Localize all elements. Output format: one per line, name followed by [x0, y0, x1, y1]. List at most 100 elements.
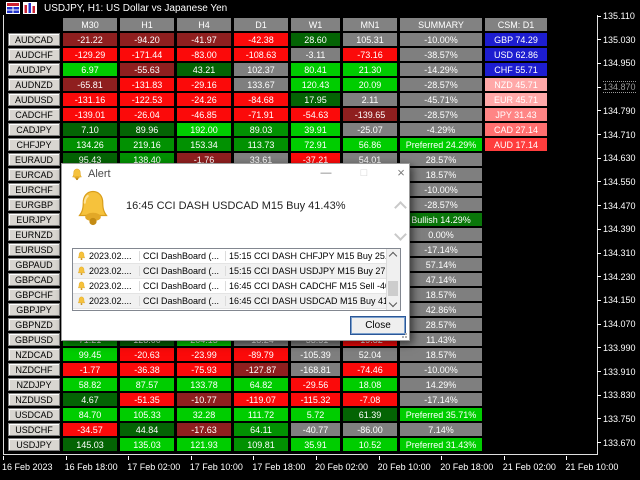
grid-cell[interactable]: -168.81 [291, 363, 340, 376]
summary-cell[interactable]: 18.57% [400, 348, 482, 361]
summary-cell[interactable]: 47.14% [400, 273, 482, 286]
grid-cell[interactable]: -46.85 [177, 108, 231, 121]
grid-cell[interactable]: 80.41 [291, 63, 340, 76]
grid-cell[interactable]: -54.63 [291, 108, 340, 121]
pair-label-usdcad[interactable]: USDCAD [8, 408, 60, 421]
alert-list-item[interactable]: 2023.02.... CCI DashBoard (... 15:15 CCI D… [73, 249, 386, 264]
pair-label-nzdchf[interactable]: NZDCHF [8, 363, 60, 376]
grid-cell[interactable]: 56.86 [343, 138, 397, 151]
grid-cell[interactable]: -25.07 [343, 123, 397, 136]
summary-cell[interactable]: -10.00% [400, 33, 482, 46]
grid-cell[interactable]: -74.46 [343, 363, 397, 376]
column-header-m30[interactable]: M30 [63, 18, 117, 31]
pair-label-eurcad[interactable]: EURCAD [8, 168, 60, 181]
grid-cell[interactable]: 135.03 [120, 438, 174, 451]
pair-label-eurusd[interactable]: EURUSD [8, 243, 60, 256]
summary-cell[interactable]: 28.57% [400, 318, 482, 331]
grid-cell[interactable]: 133.67 [234, 78, 288, 91]
grid-cell[interactable]: -115.32 [291, 393, 340, 406]
grid-cell[interactable]: -42.38 [234, 33, 288, 46]
grid-cell[interactable]: -139.65 [343, 108, 397, 121]
summary-cell[interactable]: 28.57% [400, 153, 482, 166]
grid-cell[interactable]: -83.00 [177, 48, 231, 61]
grid-cell[interactable]: -34.57 [63, 423, 117, 436]
grid-cell[interactable]: 39.91 [291, 123, 340, 136]
pair-label-nzdjpy[interactable]: NZDJPY [8, 378, 60, 391]
summary-cell[interactable]: 0.00% [400, 228, 482, 241]
alert-list-item[interactable]: 2023.02.... CCI DashBoard (... 16:45 CCI D… [73, 294, 386, 309]
grid-cell[interactable]: 153.34 [177, 138, 231, 151]
grid-cell[interactable]: -119.07 [234, 393, 288, 406]
grid-cell[interactable]: -84.68 [234, 93, 288, 106]
grid-cell[interactable]: 2.11 [343, 93, 397, 106]
column-header-mn1[interactable]: MN1 [343, 18, 397, 31]
summary-cell[interactable]: -28.57% [400, 78, 482, 91]
grid-cell[interactable]: 120.43 [291, 78, 340, 91]
pair-label-gbpcad[interactable]: GBPCAD [8, 273, 60, 286]
pair-label-usdchf[interactable]: USDCHF [8, 423, 60, 436]
scrollbar-up-icon[interactable] [388, 251, 398, 261]
grid-cell[interactable]: 72.91 [291, 138, 340, 151]
summary-cell[interactable]: -28.57% [400, 198, 482, 211]
summary-cell[interactable]: 11.43% [400, 333, 482, 346]
pair-label-eurnzd[interactable]: EURNZD [8, 228, 60, 241]
summary-cell[interactable]: 57.14% [400, 258, 482, 271]
grid-cell[interactable]: 10.52 [343, 438, 397, 451]
grid-cell[interactable]: -71.91 [234, 108, 288, 121]
summary-cell[interactable]: 14.29% [400, 378, 482, 391]
grid-cell[interactable]: 133.78 [177, 378, 231, 391]
grid-cell[interactable]: 44.84 [120, 423, 174, 436]
grid-cell[interactable]: 105.31 [343, 33, 397, 46]
grid-cell[interactable]: 28.60 [291, 33, 340, 46]
grid-cell[interactable]: -131.16 [63, 93, 117, 106]
grid-cell[interactable]: 52.04 [343, 348, 397, 361]
grid-cell[interactable]: 105.33 [120, 408, 174, 421]
pair-label-gbpjpy[interactable]: GBPJPY [8, 303, 60, 316]
summary-cell[interactable]: 18.57% [400, 288, 482, 301]
column-header-d1[interactable]: D1 [234, 18, 288, 31]
grid-cell[interactable]: 18.08 [343, 378, 397, 391]
grid-cell[interactable]: -17.63 [177, 423, 231, 436]
grid-cell[interactable]: 84.70 [63, 408, 117, 421]
grid-cell[interactable]: 5.72 [291, 408, 340, 421]
scrollbar-down-icon[interactable] [388, 298, 398, 308]
close-window-icon[interactable]: × [393, 165, 409, 181]
grid-cell[interactable]: 121.93 [177, 438, 231, 451]
grid-cell[interactable]: -171.44 [120, 48, 174, 61]
grid-cell[interactable]: -105.39 [291, 348, 340, 361]
summary-cell[interactable]: Bullish 14.29% [400, 213, 482, 226]
column-header-summary[interactable]: SUMMARY [400, 18, 482, 31]
grid-cell[interactable]: -10.77 [177, 393, 231, 406]
pair-label-eurjpy[interactable]: EURJPY [8, 213, 60, 226]
grid-cell[interactable]: 111.72 [234, 408, 288, 421]
grid-cell[interactable]: 89.03 [234, 123, 288, 136]
pair-label-chfjpy[interactable]: CHFJPY [8, 138, 60, 151]
column-header-w1[interactable]: W1 [291, 18, 340, 31]
column-header-csm-d1[interactable]: CSM: D1 [485, 18, 547, 31]
grid-cell[interactable]: -29.56 [291, 378, 340, 391]
pair-label-nzdcad[interactable]: NZDCAD [8, 348, 60, 361]
grid-cell[interactable]: 61.39 [343, 408, 397, 421]
grid-cell[interactable]: -139.01 [63, 108, 117, 121]
pair-label-audjpy[interactable]: AUDJPY [8, 63, 60, 76]
grid-cell[interactable]: 113.73 [234, 138, 288, 151]
grid-cell[interactable]: -26.04 [120, 108, 174, 121]
grid-cell[interactable]: -51.35 [120, 393, 174, 406]
grid-cell[interactable]: -36.38 [120, 363, 174, 376]
grid-cell[interactable]: 89.96 [120, 123, 174, 136]
grid-cell[interactable]: -21.22 [63, 33, 117, 46]
grid-cell[interactable]: 99.45 [63, 348, 117, 361]
pair-label-audnzd[interactable]: AUDNZD [8, 78, 60, 91]
grid-cell[interactable]: 32.28 [177, 408, 231, 421]
summary-cell[interactable]: -38.57% [400, 48, 482, 61]
summary-cell[interactable]: -14.29% [400, 63, 482, 76]
grid-cell[interactable]: 219.16 [120, 138, 174, 151]
grid-cell[interactable]: -23.99 [177, 348, 231, 361]
summary-cell[interactable]: 42.86% [400, 303, 482, 316]
pair-label-audusd[interactable]: AUDUSD [8, 93, 60, 106]
summary-cell[interactable]: 18.57% [400, 168, 482, 181]
grid-cell[interactable]: 4.67 [63, 393, 117, 406]
scrollbar-thumb[interactable] [388, 281, 398, 296]
scroll-down-icon[interactable] [394, 228, 407, 241]
pair-label-audcad[interactable]: AUDCAD [8, 33, 60, 46]
